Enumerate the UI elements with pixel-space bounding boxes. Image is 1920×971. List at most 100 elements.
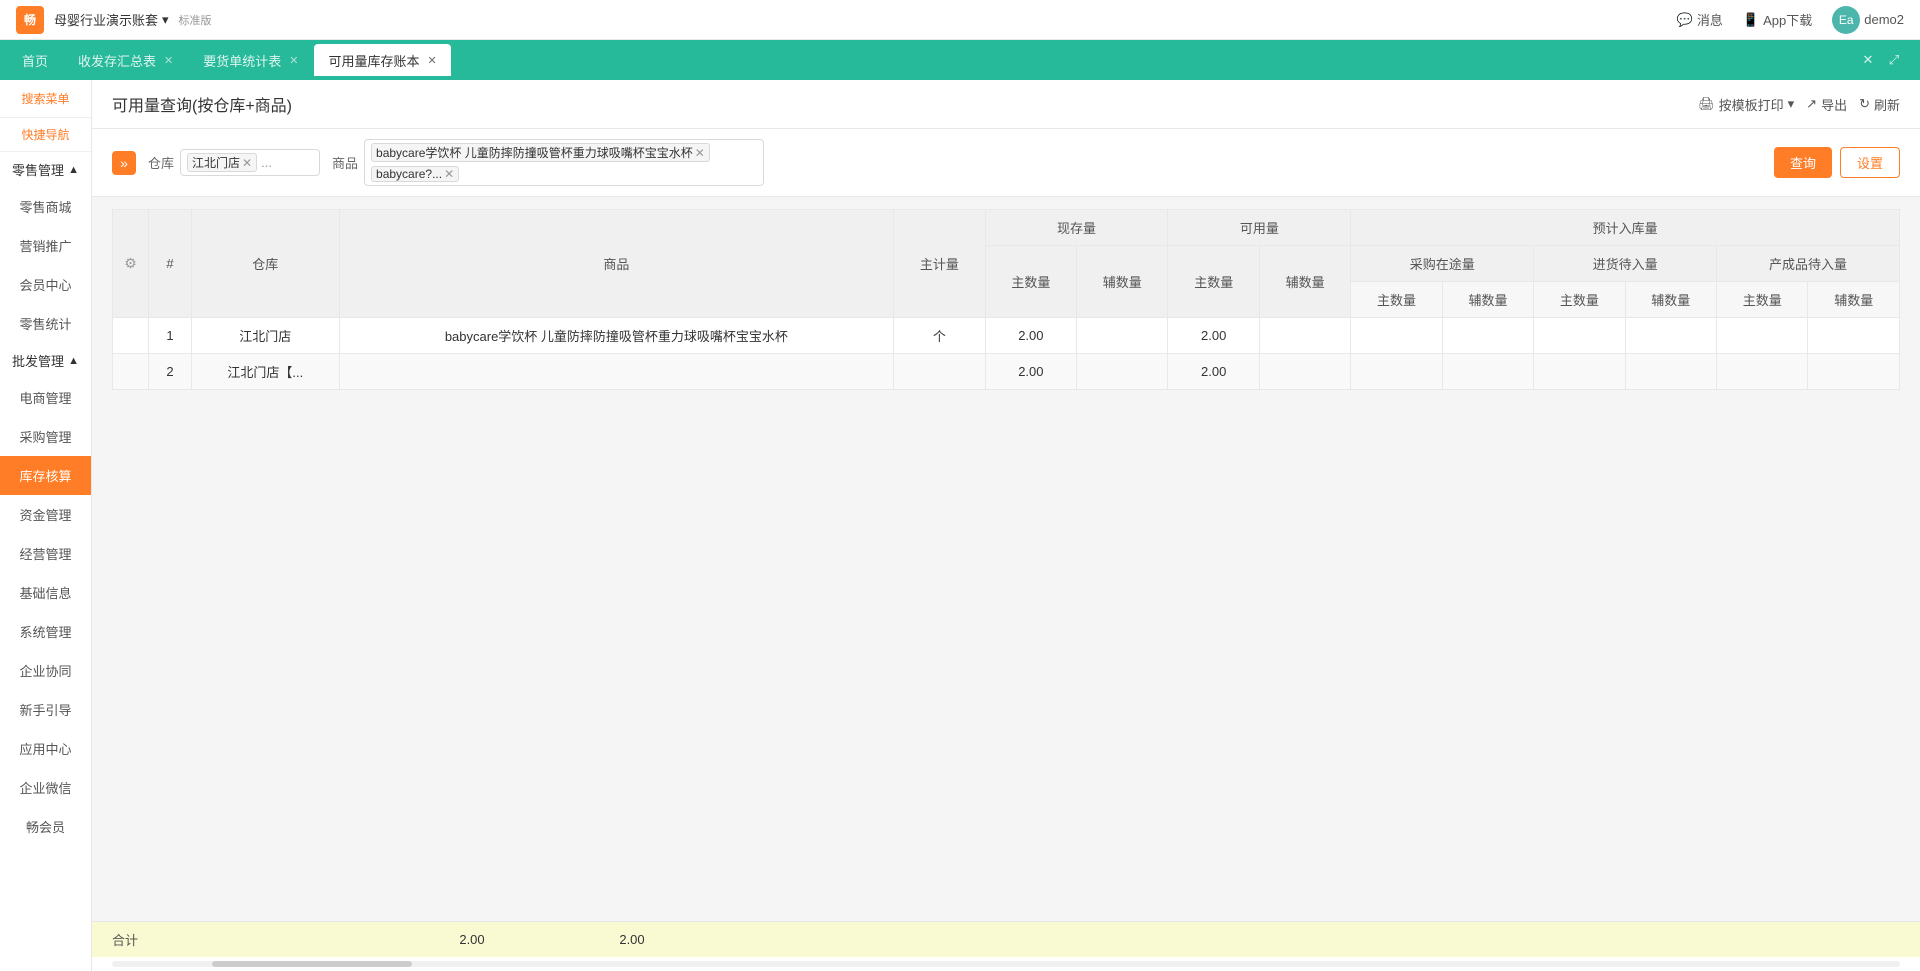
sidebar-group-wholesale[interactable]: 批发管理 ▲ [0, 343, 91, 378]
sidebar-item-member[interactable]: 畅会员 [0, 807, 91, 846]
user-profile[interactable]: Ea demo2 [1832, 6, 1904, 34]
tab-stock-summary[interactable]: 收发存汇总表 ✕ [64, 44, 187, 76]
product-tag-input[interactable]: babycare学饮杯 儿童防摔防撞吸管杯重力球吸嘴杯宝宝水杯 ✕ babyca… [364, 139, 764, 186]
td-available-aux-1 [1259, 318, 1350, 354]
sidebar-item-stock[interactable]: 库存核算 [0, 456, 91, 495]
remove-warehouse-tag[interactable]: ✕ [242, 156, 252, 170]
top-bar-left: 畅 母婴行业演示账套 ▾ 标准版 [16, 6, 212, 34]
th-procurement-aux: 辅数量 [1442, 282, 1533, 318]
td-proc-aux-2 [1442, 354, 1533, 390]
product-label: 商品 [332, 153, 358, 172]
export-btn[interactable]: ↗ 导出 [1806, 95, 1847, 114]
sidebar-item-enterprise[interactable]: 企业协同 [0, 651, 91, 690]
sidebar-item-app-center[interactable]: 应用中心 [0, 729, 91, 768]
product-filter: 商品 babycare学饮杯 儿童防摔防撞吸管杯重力球吸嘴杯宝宝水杯 ✕ bab… [332, 139, 764, 186]
sidebar-item-wechat[interactable]: 企业微信 [0, 768, 91, 807]
tab-available-stock[interactable]: 可用量库存账本 ✕ [314, 44, 450, 76]
td-proc-main-1 [1351, 318, 1442, 354]
sidebar-item-guide[interactable]: 新手引导 [0, 690, 91, 729]
store-selector[interactable]: 母婴行业演示账套 ▾ [54, 10, 169, 29]
td-settings-2 [113, 354, 149, 390]
td-warehouse-1: 江北门店 [192, 318, 340, 354]
tab-controls: ✕ ⤢ [1850, 50, 1912, 70]
query-btn[interactable]: 查询 [1774, 147, 1832, 178]
th-planned-inbound: 预计入库量 [1351, 210, 1900, 246]
product-tag-babycare[interactable]: babycare学饮杯 儿童防摔防撞吸管杯重力球吸嘴杯宝宝水杯 ✕ [371, 143, 710, 162]
th-procurement: 采购在途量 [1351, 246, 1534, 282]
sidebar-item-operations[interactable]: 经营管理 [0, 534, 91, 573]
sidebar-quick-nav[interactable]: 快捷导航 [0, 118, 91, 152]
message-action[interactable]: 💬 消息 [1677, 10, 1723, 29]
td-current-aux-2 [1077, 354, 1168, 390]
th-available-aux-qty: 辅数量 [1259, 246, 1350, 318]
td-available-main-2: 2.00 [1168, 354, 1259, 390]
sidebar-item-ecommerce[interactable]: 电商管理 [0, 378, 91, 417]
filter-bar: » 仓库 江北门店 ✕ ... 商品 babycare学饮杯 儿童防摔防撞吸管杯… [92, 129, 1920, 197]
sidebar-item-members[interactable]: 会员中心 [0, 265, 91, 304]
sidebar-item-system[interactable]: 系统管理 [0, 612, 91, 651]
tab-home[interactable]: 首页 [8, 44, 62, 76]
scroll-track[interactable] [112, 961, 1900, 967]
footer-values: 2.00 2.00 [232, 932, 1900, 947]
th-production-aux: 辅数量 [1808, 282, 1900, 318]
sidebar-item-purchase[interactable]: 采购管理 [0, 417, 91, 456]
export-icon: ↗ [1806, 96, 1817, 112]
sidebar-item-finance[interactable]: 资金管理 [0, 495, 91, 534]
sidebar: 搜索菜单 快捷导航 零售管理 ▲ 零售商城 营销推广 会员中心 零售统计 批发管… [0, 80, 92, 971]
close-tab-available-stock[interactable]: ✕ [428, 54, 437, 67]
warehouse-dots: ... [261, 155, 272, 170]
sidebar-item-marketing[interactable]: 营销推广 [0, 226, 91, 265]
sidebar-search[interactable]: 搜索菜单 [0, 80, 91, 118]
filter-expand-btn[interactable]: » [112, 151, 136, 175]
th-incoming-aux: 辅数量 [1625, 282, 1716, 318]
sidebar-item-retail-stats[interactable]: 零售统计 [0, 304, 91, 343]
top-bar: 畅 母婴行业演示账套 ▾ 标准版 💬 消息 📱 App下载 Ea demo2 [0, 0, 1920, 40]
th-available: 可用量 [1168, 210, 1351, 246]
warehouse-tag-input[interactable]: 江北门店 ✕ ... [180, 149, 320, 176]
th-production-main: 主数量 [1717, 282, 1808, 318]
filter-actions: 查询 设置 [1774, 147, 1900, 178]
warehouse-tag-jiangbei[interactable]: 江北门店 ✕ [187, 153, 257, 172]
content-area: 可用量查询(按仓库+商品) 🖨 按模板打印 ▾ ↗ 导出 ↻ 刷新 » [92, 80, 1920, 971]
td-inc-aux-1 [1625, 318, 1716, 354]
td-prod-main-1 [1717, 318, 1808, 354]
td-prod-aux-1 [1808, 318, 1900, 354]
page-header: 可用量查询(按仓库+商品) 🖨 按模板打印 ▾ ↗ 导出 ↻ 刷新 [92, 80, 1920, 129]
wholesale-group-arrow: ▲ [68, 355, 79, 367]
table-footer: 合计 2.00 2.00 [92, 921, 1920, 957]
settings-btn[interactable]: 设置 [1840, 147, 1900, 178]
close-all-tabs-btn[interactable]: ✕ [1858, 50, 1878, 70]
column-settings-icon[interactable]: ⚙ [124, 255, 137, 271]
remove-product-tag-1[interactable]: ✕ [695, 146, 705, 160]
page-actions: 🖨 按模板打印 ▾ ↗ 导出 ↻ 刷新 [1698, 95, 1900, 114]
th-procurement-main: 主数量 [1351, 282, 1442, 318]
retail-group-arrow: ▲ [68, 164, 79, 176]
refresh-btn[interactable]: ↻ 刷新 [1859, 95, 1900, 114]
phone-icon: 📱 [1743, 12, 1759, 28]
print-btn[interactable]: 🖨 按模板打印 ▾ [1698, 95, 1794, 114]
td-proc-main-2 [1351, 354, 1442, 390]
expand-tabs-btn[interactable]: ⤢ [1884, 50, 1904, 70]
td-available-main-1: 2.00 [1168, 318, 1259, 354]
top-bar-right: 💬 消息 📱 App下载 Ea demo2 [1677, 6, 1904, 34]
td-unit-1: 个 [894, 318, 985, 354]
th-production: 产成品待入量 [1717, 246, 1900, 282]
sidebar-item-retail-mall[interactable]: 零售商城 [0, 187, 91, 226]
refresh-icon: ↻ [1859, 96, 1870, 112]
footer-label: 合计 [112, 930, 232, 949]
td-settings-1 [113, 318, 149, 354]
app-download-action[interactable]: 📱 App下载 [1743, 10, 1812, 29]
app-logo: 畅 [16, 6, 44, 34]
close-tab-stock-summary[interactable]: ✕ [164, 54, 173, 67]
close-tab-order-stats[interactable]: ✕ [289, 54, 298, 67]
scroll-thumb[interactable] [212, 961, 412, 967]
remove-product-tag-2[interactable]: ✕ [444, 167, 454, 181]
product-tag-babycare2[interactable]: babycare?... ✕ [371, 166, 459, 182]
td-unit-2 [894, 354, 985, 390]
warehouse-filter: 仓库 江北门店 ✕ ... [148, 149, 320, 176]
footer-available-main: 2.00 [592, 932, 672, 947]
sidebar-group-retail[interactable]: 零售管理 ▲ [0, 152, 91, 187]
th-available-main-qty: 主数量 [1168, 246, 1259, 318]
sidebar-item-base-info[interactable]: 基础信息 [0, 573, 91, 612]
tab-order-stats[interactable]: 要货单统计表 ✕ [189, 44, 312, 76]
